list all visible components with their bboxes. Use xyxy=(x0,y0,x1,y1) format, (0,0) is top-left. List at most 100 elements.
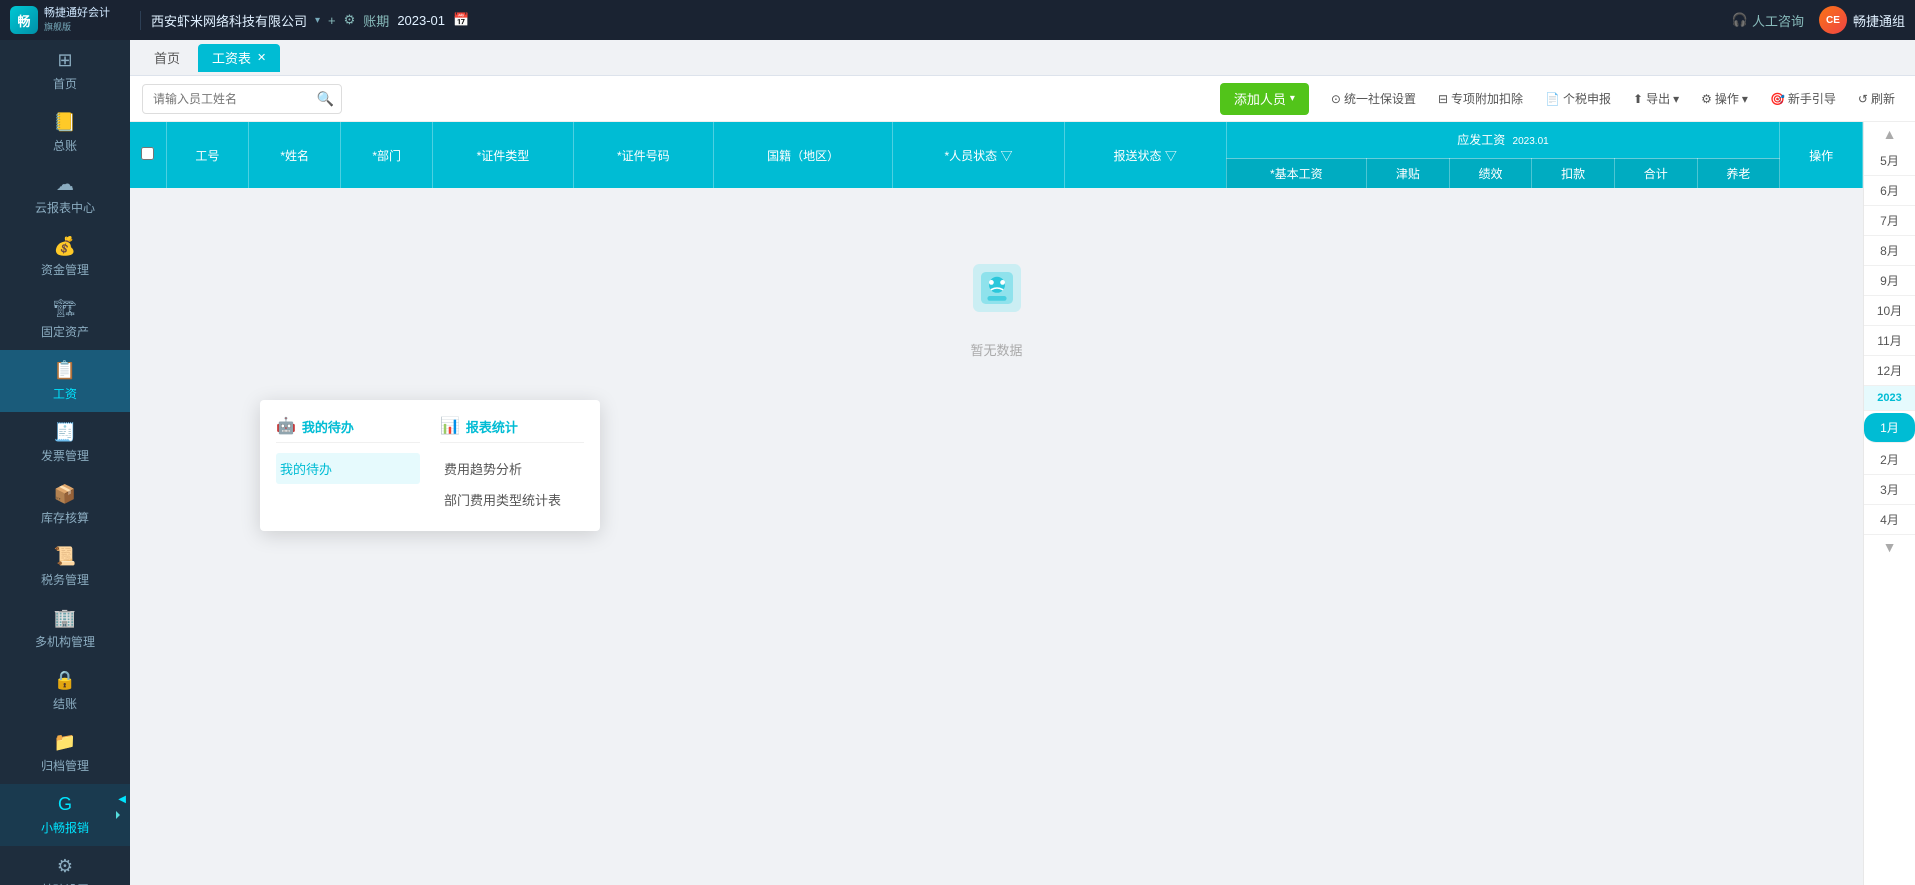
sidebar-item-invoice[interactable]: 🧾 发票管理 xyxy=(0,412,130,474)
sidebar-item-inventory[interactable]: 📦 库存核算 xyxy=(0,474,130,536)
month-12[interactable]: 12月 xyxy=(1864,356,1915,386)
export-icon: ⬆ xyxy=(1633,92,1643,106)
tax-report-icon: 📄 xyxy=(1545,92,1560,106)
report-filter-icon[interactable]: ▽ xyxy=(1165,149,1177,163)
settings-btn[interactable]: ⚙ xyxy=(344,12,356,28)
month-1[interactable]: 1月 xyxy=(1864,413,1915,443)
main-layout: ⊞ 首页 📒 总账 ☁ 云报表中心 💰 资金管理 🏗 固定资产 📋 工资 🧾 发… xyxy=(0,40,1915,885)
sidebar-item-close[interactable]: 🔒 结账 xyxy=(0,660,130,722)
sidebar-label-close: 结账 xyxy=(53,695,77,712)
th-nationality: 国籍（地区） xyxy=(713,122,892,188)
sidebar-item-cloud-report[interactable]: ☁ 云报表中心 xyxy=(0,164,130,226)
popup-item-expense-trend[interactable]: 费用趋势分析 xyxy=(440,453,584,484)
sidebar: ⊞ 首页 📒 总账 ☁ 云报表中心 💰 资金管理 🏗 固定资产 📋 工资 🧾 发… xyxy=(0,40,130,885)
cloud-report-icon: ☁ xyxy=(56,174,74,195)
sidebar-label-home: 首页 xyxy=(53,75,77,92)
tab-bar: 首页 工资表 ✕ xyxy=(130,40,1915,76)
sidebar-item-tax[interactable]: 📜 税务管理 xyxy=(0,536,130,598)
sidebar-label-cloud-report: 云报表中心 xyxy=(35,199,95,216)
month-7[interactable]: 7月 xyxy=(1864,206,1915,236)
sidebar-item-ledger[interactable]: 📒 总账 xyxy=(0,102,130,164)
special-deduct-btn[interactable]: ⊟ 专项附加扣除 xyxy=(1430,86,1531,111)
popup-col-todo: 🤖 我的待办 我的待办 xyxy=(276,416,420,515)
month-10[interactable]: 10月 xyxy=(1864,296,1915,326)
logo-area: 畅 畅捷通好会计 旗舰版 xyxy=(10,6,130,34)
company-name: 西安虾米网络科技有限公司 xyxy=(151,11,307,30)
sidebar-item-archive[interactable]: 📁 归档管理 xyxy=(0,722,130,784)
calendar-btn[interactable]: 📅 xyxy=(453,12,469,28)
th-checkbox[interactable] xyxy=(130,122,166,188)
tax-report-btn[interactable]: 📄 个税申报 xyxy=(1537,86,1619,111)
popup-item-my-todo[interactable]: 我的待办 xyxy=(276,453,420,484)
company-dropdown-arrow[interactable]: ▾ xyxy=(315,15,320,26)
guide-toolbar-icon: 🎯 xyxy=(1770,92,1785,106)
month-9[interactable]: 9月 xyxy=(1864,266,1915,296)
add-person-button[interactable]: 添加人员 ▾ xyxy=(1220,83,1309,115)
operation-label: 操作 xyxy=(1715,90,1739,107)
operation-btn[interactable]: ⚙ 操作 ▾ xyxy=(1693,86,1756,111)
month-4[interactable]: 4月 xyxy=(1864,505,1915,535)
guide-toolbar-label: 新手引导 xyxy=(1788,90,1836,107)
special-deduct-icon: ⊟ xyxy=(1438,92,1448,106)
status-filter-icon[interactable]: ▽ xyxy=(1001,149,1013,163)
popup-col-todo-header: 🤖 我的待办 xyxy=(276,416,420,443)
support-label: 人工咨询 xyxy=(1752,11,1804,30)
base-settings-icon: ⚙ xyxy=(57,856,73,877)
operation-arrow: ▾ xyxy=(1742,92,1748,106)
refresh-btn[interactable]: ↺ 刷新 xyxy=(1850,86,1903,111)
month-scroll-down[interactable]: ▼ xyxy=(1864,535,1915,559)
th-basic-salary: *基本工资 xyxy=(1226,158,1366,188)
popup-col-report-header: 📊 报表统计 xyxy=(440,416,584,443)
popup-todo-label: 我的待办 xyxy=(302,417,354,436)
sidebar-item-base-settings[interactable]: ⚙ 基础设置 xyxy=(0,846,130,885)
sidebar-item-multi-org[interactable]: 🏢 多机构管理 xyxy=(0,598,130,660)
month-11[interactable]: 11月 xyxy=(1864,326,1915,356)
sidebar-item-xiaochang[interactable]: G 小畅报销 ◀ xyxy=(0,784,130,846)
user-area[interactable]: CE 畅捷通组 xyxy=(1819,6,1905,34)
sidebar-item-salary[interactable]: 📋 工资 xyxy=(0,350,130,412)
social-security-icon: ⊙ xyxy=(1331,92,1341,106)
th-total: 合计 xyxy=(1614,158,1697,188)
th-name: *姓名 xyxy=(249,122,341,188)
popup-expense-trend-label: 费用趋势分析 xyxy=(444,462,522,477)
search-input[interactable] xyxy=(142,84,342,114)
ledger-icon: 📒 xyxy=(54,112,76,133)
salary-icon: 📋 xyxy=(54,360,76,381)
search-wrap: 🔍 xyxy=(142,84,342,114)
export-btn[interactable]: ⬆ 导出 ▾ xyxy=(1625,86,1687,111)
export-arrow: ▾ xyxy=(1673,92,1679,106)
month-6[interactable]: 6月 xyxy=(1864,176,1915,206)
month-2[interactable]: 2月 xyxy=(1864,445,1915,475)
empty-text: 暂无数据 xyxy=(970,340,1022,359)
period-label: 账期 xyxy=(363,11,389,30)
popup-report-label: 报表统计 xyxy=(466,417,518,436)
sidebar-item-fixed-assets[interactable]: 🏗 固定资产 xyxy=(0,288,130,350)
sidebar-label-fund: 资金管理 xyxy=(41,261,89,278)
month-panel: ▲ 5月 6月 7月 8月 9月 10月 11月 12月 2023 1月 2月 … xyxy=(1863,122,1915,885)
sidebar-label-fixed-assets: 固定资产 xyxy=(41,323,89,340)
tab-salary[interactable]: 工资表 ✕ xyxy=(198,44,280,72)
month-5[interactable]: 5月 xyxy=(1864,146,1915,176)
tab-home[interactable]: 首页 xyxy=(140,44,194,72)
month-3[interactable]: 3月 xyxy=(1864,475,1915,505)
month-scroll-up[interactable]: ▲ xyxy=(1864,122,1915,146)
sidebar-label-xiaochang: 小畅报销 xyxy=(41,819,89,836)
tab-salary-close[interactable]: ✕ xyxy=(257,51,266,64)
social-security-btn[interactable]: ⊙ 统一社保设置 xyxy=(1323,86,1424,111)
sidebar-label-inventory: 库存核算 xyxy=(41,509,89,526)
select-all-checkbox[interactable] xyxy=(141,147,154,160)
th-salary-group: 应发工资 2023.01 xyxy=(1226,122,1780,158)
guide-btn[interactable]: 🎯 新手引导 xyxy=(1762,86,1844,111)
multi-org-icon: 🏢 xyxy=(54,608,76,629)
sidebar-item-fund[interactable]: 💰 资金管理 xyxy=(0,226,130,288)
empty-state: 暂无数据 xyxy=(130,188,1863,419)
month-8[interactable]: 8月 xyxy=(1864,236,1915,266)
sidebar-label-invoice: 发票管理 xyxy=(41,447,89,464)
support-button[interactable]: 🎧 人工咨询 xyxy=(1732,11,1804,30)
add-company-btn[interactable]: + xyxy=(328,13,336,28)
sidebar-label-archive: 归档管理 xyxy=(41,757,89,774)
sidebar-label-base-settings: 基础设置 xyxy=(41,881,89,885)
search-icon[interactable]: 🔍 xyxy=(317,90,334,107)
popup-item-dept-expense[interactable]: 部门费用类型统计表 xyxy=(440,484,584,515)
sidebar-item-home[interactable]: ⊞ 首页 xyxy=(0,40,130,102)
